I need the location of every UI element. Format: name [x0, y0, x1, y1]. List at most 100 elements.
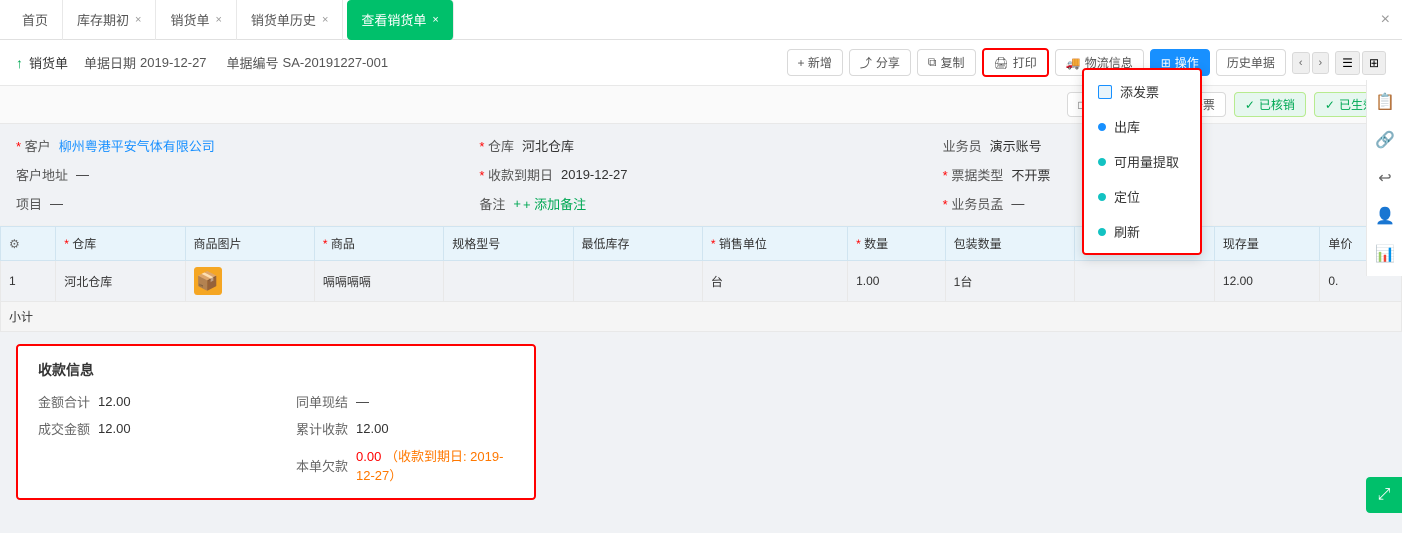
- col-warehouse: 仓库: [56, 227, 185, 261]
- outstanding-label: 本单欠款: [296, 456, 348, 475]
- customer-value: 柳州粤港平安气体有限公司: [59, 136, 215, 155]
- subtotal-label: 小计: [1, 302, 1402, 332]
- product-image: 📦: [194, 267, 222, 295]
- sidebar-icon-2[interactable]: 🔗: [1367, 122, 1402, 158]
- payment-info-box: 收款信息 金额合计 12.00 成交金额 12.00 同单现结 —: [16, 344, 536, 500]
- col-settings[interactable]: ⚙: [1, 227, 56, 261]
- customer-field: 客户 柳州粤港平安气体有限公司: [16, 136, 459, 155]
- add-invoice-item[interactable]: 添发票: [1084, 74, 1200, 109]
- check-icon: ✓: [1245, 98, 1255, 112]
- customer-label: 客户: [16, 136, 51, 155]
- same-order-value: —: [356, 394, 369, 409]
- total-row: 金额合计 12.00: [38, 392, 256, 411]
- row-product: 嗝嗝嗝嗝: [314, 261, 443, 302]
- doc-number-label: 单据编号 SA-20191227-001: [227, 53, 389, 72]
- doc-date-label: 单据日期 2019-12-27: [84, 53, 207, 72]
- sidebar-icon-1[interactable]: 📋: [1367, 84, 1402, 120]
- expand-icon[interactable]: ⤢: [1366, 477, 1402, 513]
- available-dot: [1098, 158, 1106, 166]
- transaction-label: 成交金额: [38, 419, 90, 438]
- view-toggle: ☰ ⊞: [1335, 51, 1386, 75]
- tab-sales[interactable]: 销货单 ×: [156, 0, 236, 40]
- share-button[interactable]: ⤴ 分享: [849, 49, 911, 76]
- check2-icon: ✓: [1325, 98, 1335, 112]
- col-unit: 销售单位: [702, 227, 847, 261]
- doc-number-value: SA-20191227-001: [283, 55, 389, 70]
- sidebar-icon-3[interactable]: ↩: [1367, 160, 1402, 196]
- warehouse-value: 河北仓库: [522, 136, 574, 155]
- project-label: 项目: [16, 194, 42, 213]
- checked-sales-button[interactable]: ✓ 已核销: [1234, 92, 1306, 117]
- add-note-button[interactable]: + + 添加备注: [513, 194, 586, 213]
- same-order-label: 同单现结: [296, 392, 348, 411]
- col-spec: 规格型号: [444, 227, 573, 261]
- window-close-button[interactable]: ×: [1381, 11, 1390, 29]
- total-value: 12.00: [98, 394, 131, 409]
- outbound-item[interactable]: 出库: [1084, 109, 1200, 144]
- address-value: —: [76, 167, 89, 182]
- project-value: —: [50, 196, 63, 211]
- copy-button[interactable]: ⧉ 复制: [917, 49, 976, 76]
- sidebar-icon-4[interactable]: 👤: [1367, 198, 1402, 234]
- prev-doc-button[interactable]: ‹: [1292, 52, 1310, 74]
- doc-type-icon: ↑: [16, 55, 23, 71]
- add-invoice-checkbox: [1098, 85, 1112, 99]
- nav-arrows: ‹ ›: [1292, 52, 1329, 74]
- print-button[interactable]: 🖨 打印: [982, 48, 1049, 77]
- row-pack-qty: 1台: [945, 261, 1074, 302]
- doc-meta: 单据日期 2019-12-27 单据编号 SA-20191227-001: [84, 53, 388, 72]
- outstanding-row: 本单欠款 0.00 （收款到期日: 2019-12-27）: [296, 446, 514, 484]
- sales-staff-value: —: [1011, 196, 1024, 211]
- payment-date-value: 2019-12-27: [561, 167, 628, 182]
- close-sales-tab[interactable]: ×: [215, 14, 221, 26]
- col-min-stock: 最低库存: [573, 227, 702, 261]
- col-pack-qty: 包装数量: [945, 227, 1074, 261]
- sidebar-icon-5[interactable]: 📊: [1367, 236, 1402, 272]
- sales-staff-label: 业务员孟: [943, 194, 1004, 213]
- same-order-row: 同单现结 —: [296, 392, 514, 411]
- row-image: 📦: [185, 261, 314, 302]
- list-view-button[interactable]: ☰: [1335, 51, 1360, 75]
- project-field: 项目 —: [16, 194, 459, 213]
- right-sidebar: 📋 🔗 ↩ 👤 📊: [1366, 80, 1402, 276]
- close-history-tab[interactable]: ×: [322, 14, 328, 26]
- col-qty: 数量: [848, 227, 946, 261]
- truck-icon: 🚚: [1066, 56, 1081, 70]
- outbound-dot: [1098, 123, 1106, 131]
- share-icon: ⤴: [860, 54, 872, 71]
- refresh-item[interactable]: 刷新: [1084, 214, 1200, 249]
- locate-item[interactable]: 定位: [1084, 179, 1200, 214]
- table-row: 1 河北仓库 📦 嗝嗝嗝嗝 台 1.00 1台: [1, 261, 1402, 302]
- tab-sales-history[interactable]: 销货单历史 ×: [237, 0, 343, 40]
- settings-icon[interactable]: ⚙: [9, 237, 20, 251]
- row-warehouse: 河北仓库: [56, 261, 185, 302]
- warehouse-field: 仓库 河北仓库: [479, 136, 922, 155]
- invoice-label: 票据类型: [943, 165, 1004, 184]
- payment-date-field: 收款到期日 2019-12-27: [479, 165, 922, 184]
- staff-label: 业务员: [943, 136, 982, 155]
- operation-dropdown: 添发票 出库 可用量提取 定位 刷新: [1082, 68, 1202, 255]
- new-button[interactable]: + 新增: [787, 49, 843, 76]
- row-available: [1074, 261, 1214, 302]
- payment-title: 收款信息: [38, 360, 514, 380]
- history-button[interactable]: 历史单据: [1216, 49, 1286, 76]
- copy-icon: ⧉: [928, 55, 937, 70]
- note-label: 备注: [479, 194, 505, 213]
- next-doc-button[interactable]: ›: [1312, 52, 1330, 74]
- col-current-stock: 现存量: [1214, 227, 1319, 261]
- plus-icon: +: [513, 196, 521, 211]
- available-pick-item[interactable]: 可用量提取: [1084, 144, 1200, 179]
- tab-view-sales[interactable]: 查看销货单 ×: [347, 0, 453, 40]
- transaction-row: 成交金额 12.00: [38, 419, 256, 438]
- close-inventory-tab[interactable]: ×: [135, 14, 141, 26]
- tab-inventory[interactable]: 库存期初 ×: [63, 0, 156, 40]
- grid-view-button[interactable]: ⊞: [1362, 51, 1386, 75]
- doc-date-value: 2019-12-27: [140, 55, 207, 70]
- cumulative-value: 12.00: [356, 421, 389, 436]
- print-icon: 🖨: [994, 56, 1009, 70]
- subtotal-row: 小计: [1, 302, 1402, 332]
- row-qty: 1.00: [848, 261, 946, 302]
- close-view-sales-tab[interactable]: ×: [432, 14, 438, 26]
- doc-title: ↑ 销货单: [16, 53, 68, 72]
- tab-home[interactable]: 首页: [8, 0, 63, 40]
